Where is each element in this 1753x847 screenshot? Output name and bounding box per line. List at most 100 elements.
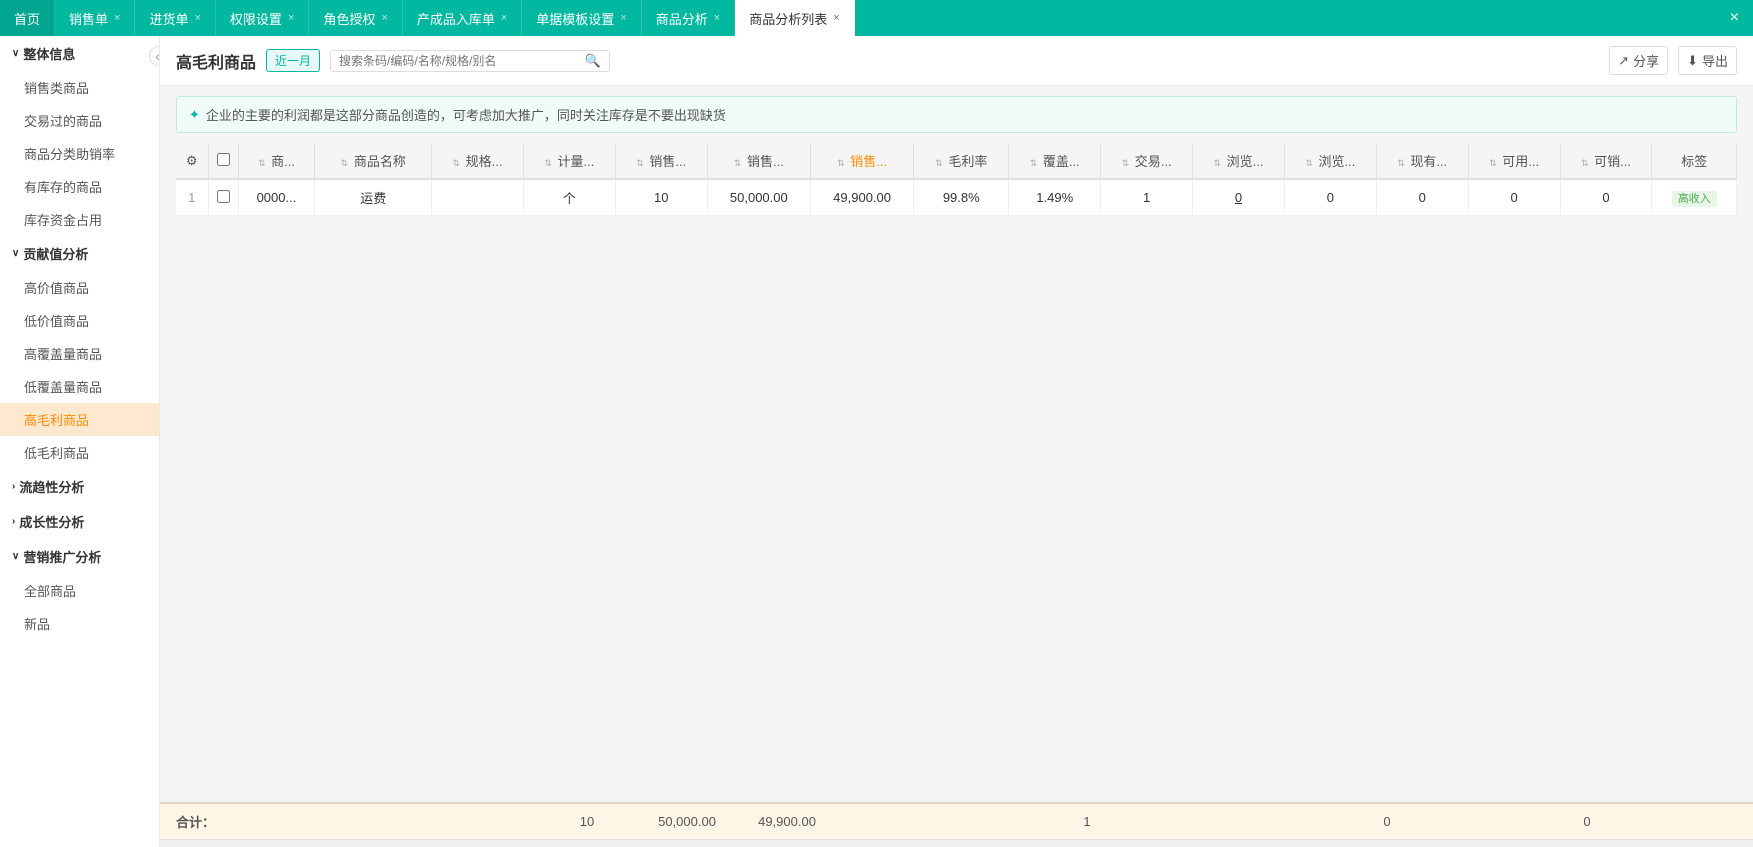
close-finished-goods-tab[interactable]: × [501, 12, 507, 24]
col-stock-current[interactable]: ⇅ 现有... [1376, 143, 1468, 179]
sidebar-group-trend[interactable]: › 流趋性分析 [0, 469, 159, 504]
sort-icon: ⇅ [935, 158, 943, 168]
col-stock-saleable[interactable]: ⇅ 可销... [1560, 143, 1652, 179]
sidebar-group-contribution[interactable]: ∨ 贡献值分析 [0, 236, 159, 271]
col-spec[interactable]: ⇅ 规格... [432, 143, 524, 179]
page-title: 高毛利商品 [176, 49, 256, 73]
footer-sales-cost: 49,900.00 [737, 814, 837, 829]
export-icon: ⬇ [1687, 53, 1698, 69]
close-sales-tab[interactable]: × [114, 12, 120, 24]
sidebar-item-category-rate[interactable]: 商品分类助销率 [0, 137, 159, 170]
info-text: 企业的主要的利润都是这部分商品创造的，可考虑加大推广，同时关注库存是不要出现缺货 [206, 105, 726, 124]
col-coverage[interactable]: ⇅ 覆盖... [1009, 143, 1101, 179]
table-header-row: ⚙ ⇅ 商... ⇅ 商品名称 [176, 143, 1737, 179]
col-tag[interactable]: 标签 [1652, 143, 1737, 179]
col-code[interactable]: ⇅ 商... [238, 143, 315, 179]
col-transactions[interactable]: ⇅ 交易... [1101, 143, 1193, 179]
chevron-down-icon: ∨ [12, 248, 19, 259]
cell-stock-available: 0 [1468, 179, 1560, 216]
sidebar-item-stock-capital[interactable]: 库存资金占用 [0, 203, 159, 236]
window-close-button[interactable]: × [1716, 9, 1753, 27]
search-icon[interactable]: 🔍 [585, 53, 601, 69]
cell-num: 1 [176, 179, 208, 216]
col-gross-margin[interactable]: ⇅ 毛利率 [914, 143, 1009, 179]
col-checkbox[interactable] [208, 143, 238, 179]
close-purchase-tab[interactable]: × [194, 12, 200, 24]
cell-transactions: 1 [1101, 179, 1193, 216]
nav-item-templates[interactable]: 单据模板设置 × [522, 0, 641, 36]
nav-item-permissions[interactable]: 权限设置 × [216, 0, 309, 36]
footer-sales-qty: 10 [537, 814, 637, 829]
period-button[interactable]: 近一月 [266, 49, 320, 72]
col-unit[interactable]: ⇅ 计量... [523, 143, 615, 179]
footer-stock-saleable: 0 [1537, 814, 1637, 829]
cell-stock-current: 0 [1376, 179, 1468, 216]
horizontal-scrollbar[interactable] [160, 839, 1753, 847]
col-browse2[interactable]: ⇅ 浏览... [1284, 143, 1376, 179]
col-stock-available[interactable]: ⇅ 可用... [1468, 143, 1560, 179]
sidebar-item-low-coverage[interactable]: 低覆盖量商品 [0, 370, 159, 403]
col-sales-cost[interactable]: ⇅ 销售... [810, 143, 913, 179]
search-box: 🔍 [330, 50, 610, 72]
sidebar-item-in-stock[interactable]: 有库存的商品 [0, 170, 159, 203]
sidebar-item-high-coverage[interactable]: 高覆盖量商品 [0, 337, 159, 370]
cell-sales-amt: 50,000.00 [707, 179, 810, 216]
cell-stock-saleable: 0 [1560, 179, 1652, 216]
nav-item-purchase[interactable]: 进货单 × [135, 0, 215, 36]
nav-item-sales[interactable]: 销售单 × [55, 0, 135, 36]
nav-item-analysis[interactable]: 商品分析 × [642, 0, 735, 36]
sort-icon: ⇅ [452, 158, 460, 168]
nav-item-finished-goods[interactable]: 产成品入库单 × [403, 0, 522, 36]
nav-item-roles[interactable]: 角色授权 × [309, 0, 402, 36]
cell-tag: 高收入 [1652, 179, 1737, 216]
sort-icon: ⇅ [734, 158, 742, 168]
sort-icon: ⇅ [1213, 158, 1221, 168]
select-all-checkbox[interactable] [217, 153, 230, 166]
search-input[interactable] [339, 54, 585, 68]
sidebar-item-low-margin[interactable]: 低毛利商品 [0, 436, 159, 469]
col-sales-amt[interactable]: ⇅ 销售... [707, 143, 810, 179]
col-settings[interactable]: ⚙ [176, 143, 208, 179]
data-table: ⚙ ⇅ 商... ⇅ 商品名称 [176, 143, 1737, 216]
footer-label: 合计： [176, 812, 215, 831]
footer-sales-amt: 50,000.00 [637, 814, 737, 829]
close-analysis-list-tab[interactable]: × [833, 12, 839, 24]
close-permissions-tab[interactable]: × [288, 12, 294, 24]
sidebar-item-high-margin[interactable]: 高毛利商品 [0, 403, 159, 436]
chevron-down-icon: ∨ [12, 48, 19, 59]
col-sales-qty[interactable]: ⇅ 销售... [615, 143, 707, 179]
export-button[interactable]: ⬇ 导出 [1678, 46, 1737, 75]
cell-checkbox[interactable] [208, 179, 238, 216]
table-container[interactable]: ⚙ ⇅ 商... ⇅ 商品名称 [176, 143, 1737, 802]
col-name[interactable]: ⇅ 商品名称 [315, 143, 432, 179]
cell-browse1[interactable]: 0 [1193, 179, 1285, 216]
sidebar-group-growth[interactable]: › 成长性分析 [0, 504, 159, 539]
cell-gross-margin: 99.8% [914, 179, 1009, 216]
sort-icon: ⇅ [1397, 158, 1405, 168]
sidebar-item-new-goods[interactable]: 新品 [0, 607, 159, 640]
sidebar-group-marketing[interactable]: ∨ 营销推广分析 [0, 539, 159, 574]
sort-icon: ⇅ [544, 158, 552, 168]
sidebar-item-traded-goods[interactable]: 交易过的商品 [0, 104, 159, 137]
sidebar-item-all-goods[interactable]: 全部商品 [0, 574, 159, 607]
footer-stock-current: 0 [1337, 814, 1437, 829]
content-header: 高毛利商品 近一月 🔍 ↗ 分享 ⬇ 导出 [160, 36, 1753, 86]
sort-icon: ⇅ [341, 158, 349, 168]
sidebar-item-low-value[interactable]: 低价值商品 [0, 304, 159, 337]
chevron-right-icon: › [12, 481, 15, 492]
sort-icon: ⇅ [636, 158, 644, 168]
sidebar-item-high-value[interactable]: 高价值商品 [0, 271, 159, 304]
col-browse1[interactable]: ⇅ 浏览... [1193, 143, 1285, 179]
cell-name: 运费 [315, 179, 432, 216]
sidebar-group-overall[interactable]: ∨ 整体信息 [0, 36, 159, 71]
nav-item-analysis-list[interactable]: 商品分析列表 × [735, 0, 854, 36]
cell-code: 0000... [238, 179, 315, 216]
share-button[interactable]: ↗ 分享 [1609, 46, 1668, 75]
row-checkbox[interactable] [217, 190, 230, 203]
close-templates-tab[interactable]: × [620, 12, 626, 24]
close-roles-tab[interactable]: × [381, 12, 387, 24]
close-analysis-tab[interactable]: × [714, 12, 720, 24]
nav-item-home[interactable]: 首页 [0, 0, 55, 36]
sidebar-item-sales-goods[interactable]: 销售类商品 [0, 71, 159, 104]
main-layout: « ∨ 整体信息 销售类商品 交易过的商品 商品分类助销率 有库存的商品 库存资… [0, 36, 1753, 847]
